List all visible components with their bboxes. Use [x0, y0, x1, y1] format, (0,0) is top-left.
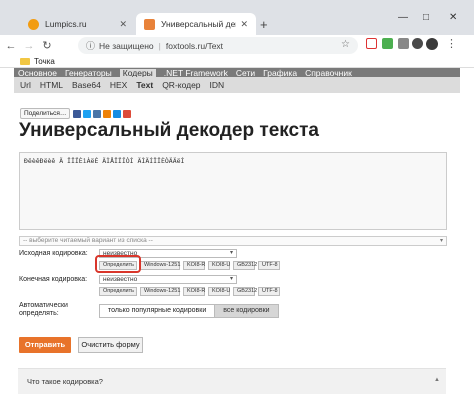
security-label: Не защищено: [99, 40, 154, 51]
address-bar[interactable]: ⓘ Не защищено | foxtools.ru/Text ☆: [78, 37, 358, 54]
lumpics-favicon-icon: [28, 18, 39, 30]
target-encoding-select[interactable]: неизвестно ▾: [99, 275, 237, 284]
nav-item[interactable]: Графика: [263, 69, 297, 77]
tab-title: Универсальный декодер текста: [161, 19, 236, 29]
nav-item[interactable]: .NET Framework: [164, 69, 228, 77]
submit-button[interactable]: Отправить: [19, 337, 71, 353]
target-encoding-value: неизвестно: [103, 276, 138, 283]
back-icon[interactable]: ←: [4, 40, 18, 52]
address-separator: |: [158, 40, 161, 51]
url-text: foxtools.ru/Text: [165, 40, 224, 51]
nav-item[interactable]: Сети: [236, 69, 255, 77]
chevron-down-icon: ▾: [439, 238, 443, 244]
extension-green-icon[interactable]: [382, 38, 393, 49]
folder-icon: [20, 58, 30, 65]
enc-koi8u-button[interactable]: KOI8-U: [208, 287, 230, 296]
nav-item-active[interactable]: Кодеры: [119, 69, 156, 77]
close-tab-icon[interactable]: ✕: [119, 19, 127, 30]
close-window-button[interactable]: ✕: [449, 12, 457, 23]
subnav-item[interactable]: Base64: [72, 80, 101, 90]
faq-question: Что такое кодировка?: [27, 377, 103, 386]
new-tab-button[interactable]: +: [260, 17, 268, 32]
extension-puzzle-icon[interactable]: [398, 38, 409, 49]
enc-windows-1251-button[interactable]: Windows-1251: [140, 261, 180, 270]
source-encoding-label: Исходная кодировка:: [19, 250, 88, 257]
nav-item[interactable]: Генераторы: [65, 69, 112, 77]
auto-detect-toggle: только популярные кодировки все кодировк…: [99, 304, 279, 318]
reload-icon[interactable]: ↻: [40, 39, 54, 52]
target-encoding-label: Конечная кодировка:: [19, 276, 88, 283]
minimize-button[interactable]: —: [398, 12, 408, 23]
nav-item[interactable]: Справочник: [305, 69, 352, 77]
profile-avatar[interactable]: [426, 38, 438, 50]
popular-encodings-option[interactable]: только популярные кодировки: [99, 304, 216, 318]
page-title: Универсальный декодер текста: [19, 120, 319, 141]
extension-opera-icon[interactable]: [366, 38, 377, 49]
vk-icon[interactable]: [93, 109, 102, 118]
enc-koi8r-button[interactable]: KOI8-R: [183, 261, 205, 270]
site-main-nav: Основное Генераторы Кодеры .NET Framewor…: [14, 68, 460, 77]
nav-item[interactable]: Основное: [18, 69, 57, 77]
tab-decoder[interactable]: Универсальный декодер текста ✕: [136, 13, 256, 35]
enc-gb2312-button[interactable]: GB2312: [233, 261, 257, 270]
maximize-button[interactable]: □: [423, 12, 429, 23]
clear-form-button[interactable]: Очистить форму: [78, 337, 143, 353]
site-sub-nav: Url HTML Base64 HEX Text QR-кодер IDN: [14, 77, 460, 93]
enc-gb2312-button[interactable]: GB2312: [233, 287, 257, 296]
highlight-box: [95, 255, 141, 273]
forward-icon[interactable]: →: [22, 40, 36, 52]
all-encodings-option[interactable]: все кодировки: [215, 304, 279, 318]
enc-utf8-button[interactable]: UTF-8: [258, 287, 280, 296]
enc-windows-1251-button[interactable]: Windows-1251: [140, 287, 180, 296]
target-encoding-buttons: Определить Windows-1251 KOI8-R KOI8-U GB…: [99, 287, 283, 296]
page-content: Основное Генераторы Кодеры .NET Framewor…: [14, 68, 460, 415]
tab-lumpics[interactable]: Lumpics.ru ✕: [20, 13, 135, 35]
bookmarks-bar: Точка: [0, 56, 474, 68]
browser-tab-bar: Lumpics.ru ✕ Универсальный декодер текст…: [0, 0, 474, 35]
googleplus-icon[interactable]: [123, 109, 132, 118]
share-button[interactable]: Поделиться…: [20, 108, 71, 119]
variant-placeholder: -- выберите читаемый вариант из списка -…: [23, 237, 153, 244]
auto-detect-label: Автоматически определять:: [19, 302, 68, 317]
odnoklassniki-icon[interactable]: [103, 109, 112, 118]
chevron-up-icon: ▲: [434, 377, 440, 383]
detect-button[interactable]: Определить: [99, 287, 137, 296]
bookmark-item[interactable]: Точка: [34, 57, 55, 66]
subnav-item[interactable]: HTML: [40, 80, 63, 90]
input-textarea[interactable]: ÐëèêÐëèê Ä ÏÏÏÈìÀëÉ ÄÌÅÏÏÎÒÍ ÄÌÄÍÏÏÈÒÄÄë…: [19, 152, 447, 230]
subnav-item[interactable]: QR-кодер: [162, 80, 200, 90]
bookmark-star-icon[interactable]: ☆: [341, 39, 350, 50]
share-bar: Поделиться…: [20, 108, 133, 119]
faq-accordion[interactable]: Что такое кодировка? ▲: [18, 368, 446, 394]
browser-menu-icon[interactable]: ⋮: [446, 37, 457, 50]
not-secure-icon: ⓘ: [86, 41, 96, 51]
enc-utf8-button[interactable]: UTF-8: [258, 261, 280, 270]
variant-select[interactable]: -- выберите читаемый вариант из списка -…: [19, 236, 447, 246]
facebook-icon[interactable]: [73, 109, 82, 118]
subnav-item[interactable]: IDN: [210, 80, 225, 90]
subnav-item[interactable]: HEX: [110, 80, 127, 90]
enc-koi8u-button[interactable]: KOI8-U: [208, 261, 230, 270]
enc-koi8r-button[interactable]: KOI8-R: [183, 287, 205, 296]
twitter-icon[interactable]: [83, 109, 92, 118]
close-tab-icon[interactable]: ✕: [240, 19, 248, 30]
chevron-down-icon: ▾: [229, 250, 233, 256]
extension-settings-icon[interactable]: [412, 38, 423, 49]
subnav-item-active[interactable]: Text: [136, 80, 153, 90]
tab-title: Lumpics.ru: [45, 19, 87, 29]
subnav-item[interactable]: Url: [20, 80, 31, 90]
chevron-down-icon: ▾: [229, 276, 233, 282]
mailru-icon[interactable]: [113, 109, 122, 118]
foxtools-favicon-icon: [144, 18, 155, 30]
